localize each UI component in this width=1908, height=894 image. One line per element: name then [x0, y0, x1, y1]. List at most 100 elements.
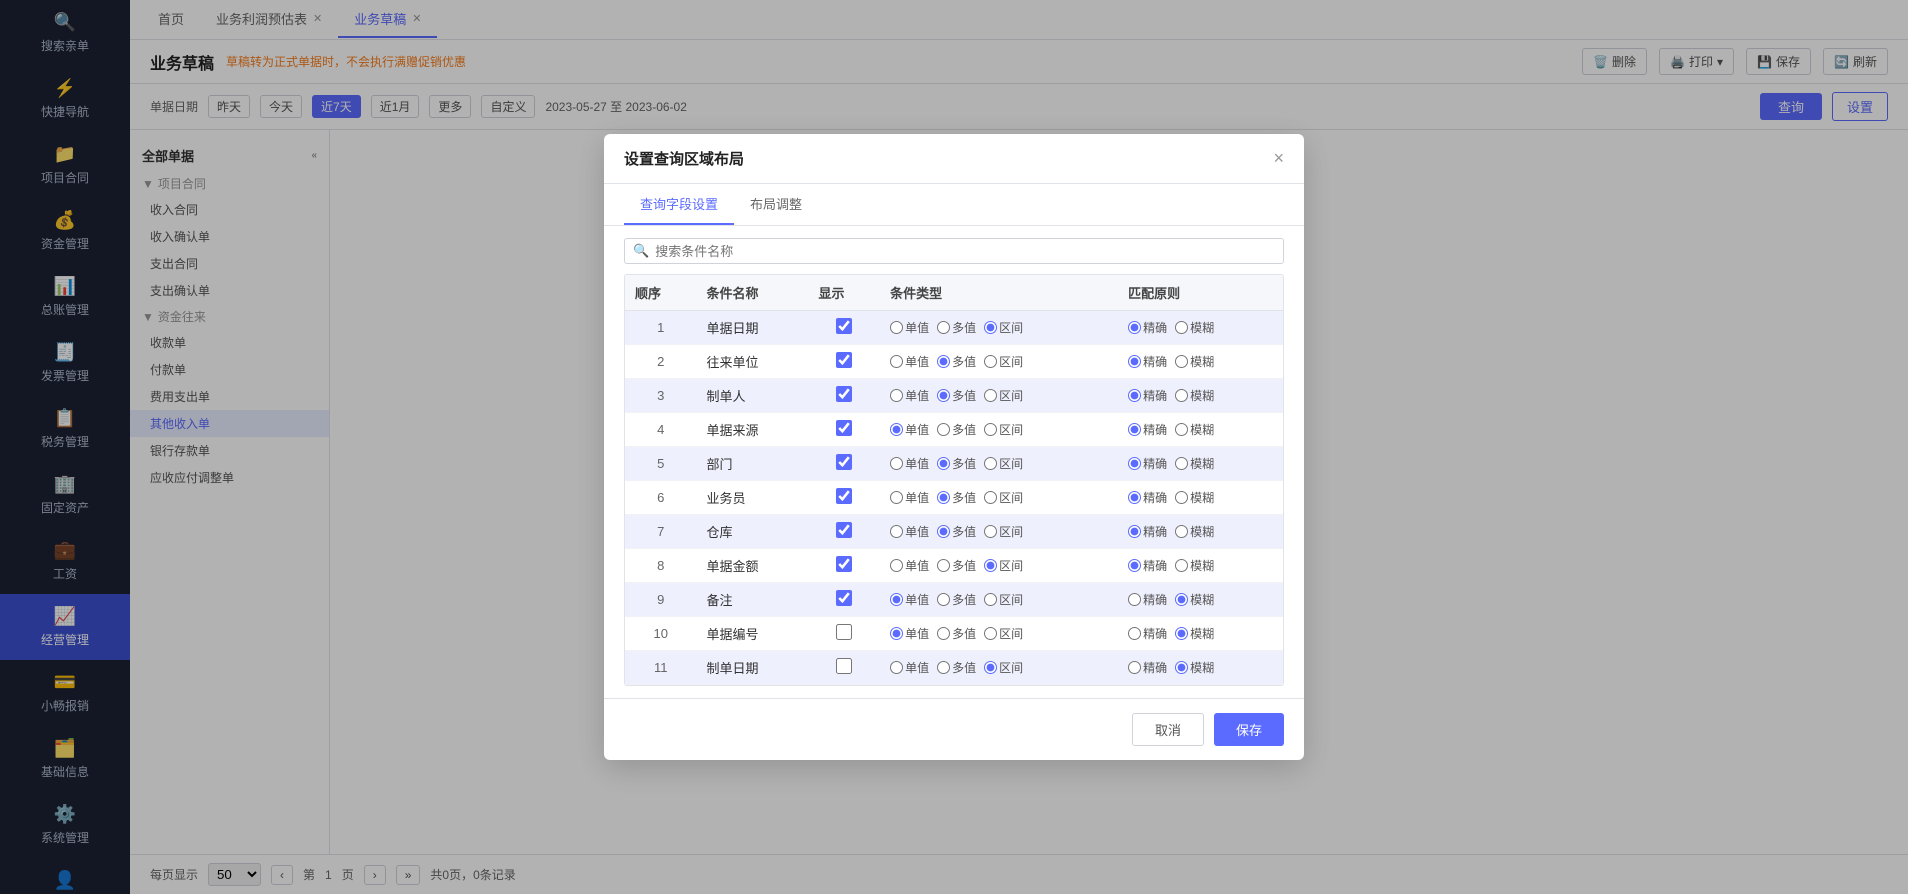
row-cond-type-5: 单值 多值 区间	[880, 481, 1118, 515]
cond-multi-1[interactable]	[937, 355, 950, 368]
show-checkbox-0[interactable]	[836, 318, 852, 334]
match-exact-6[interactable]	[1128, 525, 1141, 538]
cond-range-4[interactable]	[984, 457, 997, 470]
cancel-button[interactable]: 取消	[1132, 713, 1204, 746]
modal-title: 设置查询区域布局	[624, 148, 744, 169]
row-match-7: 精确 模糊	[1118, 549, 1283, 583]
cond-multi-6[interactable]	[937, 525, 950, 538]
match-fuzzy-4[interactable]	[1175, 457, 1188, 470]
modal-body: 🔍 顺序 条件名称 显示 条件类型 匹配原则	[604, 226, 1304, 698]
cond-single-6[interactable]	[890, 525, 903, 538]
cond-multi-3[interactable]	[937, 423, 950, 436]
cond-single-1[interactable]	[890, 355, 903, 368]
row-name-10: 制单日期	[697, 651, 809, 685]
show-checkbox-1[interactable]	[836, 352, 852, 368]
cond-range-8[interactable]	[984, 593, 997, 606]
modal-search-icon: 🔍	[633, 243, 649, 259]
match-fuzzy-5[interactable]	[1175, 491, 1188, 504]
modal-footer: 取消 保存	[604, 698, 1304, 760]
row-match-3: 精确 模糊	[1118, 413, 1283, 447]
show-checkbox-7[interactable]	[836, 556, 852, 572]
row-order-6: 7	[625, 515, 697, 549]
modal-tab-query-fields[interactable]: 查询字段设置	[624, 184, 734, 225]
match-exact-0[interactable]	[1128, 321, 1141, 334]
row-cond-type-0: 单值 多值 区间	[880, 311, 1118, 345]
cond-single-3[interactable]	[890, 423, 903, 436]
cond-range-9[interactable]	[984, 627, 997, 640]
cond-multi-4[interactable]	[937, 457, 950, 470]
match-exact-2[interactable]	[1128, 389, 1141, 402]
modal-search-input[interactable]	[655, 244, 1275, 259]
match-fuzzy-7[interactable]	[1175, 559, 1188, 572]
show-checkbox-2[interactable]	[836, 386, 852, 402]
th-match: 匹配原则	[1118, 275, 1283, 311]
match-exact-10[interactable]	[1128, 661, 1141, 674]
match-exact-7[interactable]	[1128, 559, 1141, 572]
row-cond-type-3: 单值 多值 区间	[880, 413, 1118, 447]
row-show-3	[809, 413, 881, 447]
match-exact-3[interactable]	[1128, 423, 1141, 436]
modal-close-button[interactable]: ×	[1273, 148, 1284, 169]
cond-multi-8[interactable]	[937, 593, 950, 606]
row-name-3: 单据来源	[697, 413, 809, 447]
match-fuzzy-0[interactable]	[1175, 321, 1188, 334]
cond-single-0[interactable]	[890, 321, 903, 334]
cond-single-7[interactable]	[890, 559, 903, 572]
cond-range-10[interactable]	[984, 661, 997, 674]
cond-range-6[interactable]	[984, 525, 997, 538]
row-show-8	[809, 583, 881, 617]
cond-multi-5[interactable]	[937, 491, 950, 504]
modal-tab-layout[interactable]: 布局调整	[734, 184, 818, 225]
row-order-5: 6	[625, 481, 697, 515]
row-match-8: 精确 模糊	[1118, 583, 1283, 617]
cond-range-0[interactable]	[984, 321, 997, 334]
row-match-2: 精确 模糊	[1118, 379, 1283, 413]
row-cond-type-7: 单值 多值 区间	[880, 549, 1118, 583]
match-fuzzy-10[interactable]	[1175, 661, 1188, 674]
cond-multi-7[interactable]	[937, 559, 950, 572]
match-fuzzy-9[interactable]	[1175, 627, 1188, 640]
match-exact-9[interactable]	[1128, 627, 1141, 640]
match-fuzzy-2[interactable]	[1175, 389, 1188, 402]
cond-single-10[interactable]	[890, 661, 903, 674]
cond-range-1[interactable]	[984, 355, 997, 368]
row-show-9	[809, 617, 881, 651]
show-checkbox-4[interactable]	[836, 454, 852, 470]
cond-range-3[interactable]	[984, 423, 997, 436]
cond-range-2[interactable]	[984, 389, 997, 402]
show-checkbox-5[interactable]	[836, 488, 852, 504]
match-exact-4[interactable]	[1128, 457, 1141, 470]
match-exact-5[interactable]	[1128, 491, 1141, 504]
match-fuzzy-3[interactable]	[1175, 423, 1188, 436]
show-checkbox-3[interactable]	[836, 420, 852, 436]
row-cond-type-6: 单值 多值 区间	[880, 515, 1118, 549]
modal-save-button[interactable]: 保存	[1214, 713, 1284, 746]
cond-single-2[interactable]	[890, 389, 903, 402]
modal-header: 设置查询区域布局 ×	[604, 134, 1304, 184]
cond-single-5[interactable]	[890, 491, 903, 504]
match-fuzzy-8[interactable]	[1175, 593, 1188, 606]
row-name-5: 业务员	[697, 481, 809, 515]
cond-single-9[interactable]	[890, 627, 903, 640]
table-row: 8单据金额 单值 多值 区间 精确 模糊	[625, 549, 1283, 583]
row-match-5: 精确 模糊	[1118, 481, 1283, 515]
show-checkbox-10[interactable]	[836, 658, 852, 674]
show-checkbox-8[interactable]	[836, 590, 852, 606]
show-checkbox-6[interactable]	[836, 522, 852, 538]
cond-multi-9[interactable]	[937, 627, 950, 640]
show-checkbox-9[interactable]	[836, 624, 852, 640]
cond-multi-0[interactable]	[937, 321, 950, 334]
cond-range-5[interactable]	[984, 491, 997, 504]
cond-single-8[interactable]	[890, 593, 903, 606]
row-order-2: 3	[625, 379, 697, 413]
match-fuzzy-1[interactable]	[1175, 355, 1188, 368]
match-exact-8[interactable]	[1128, 593, 1141, 606]
table-row: 1单据日期 单值 多值 区间 精确 模糊	[625, 311, 1283, 345]
cond-range-7[interactable]	[984, 559, 997, 572]
table-row: 7仓库 单值 多值 区间 精确 模糊	[625, 515, 1283, 549]
match-exact-1[interactable]	[1128, 355, 1141, 368]
cond-multi-10[interactable]	[937, 661, 950, 674]
cond-single-4[interactable]	[890, 457, 903, 470]
cond-multi-2[interactable]	[937, 389, 950, 402]
match-fuzzy-6[interactable]	[1175, 525, 1188, 538]
